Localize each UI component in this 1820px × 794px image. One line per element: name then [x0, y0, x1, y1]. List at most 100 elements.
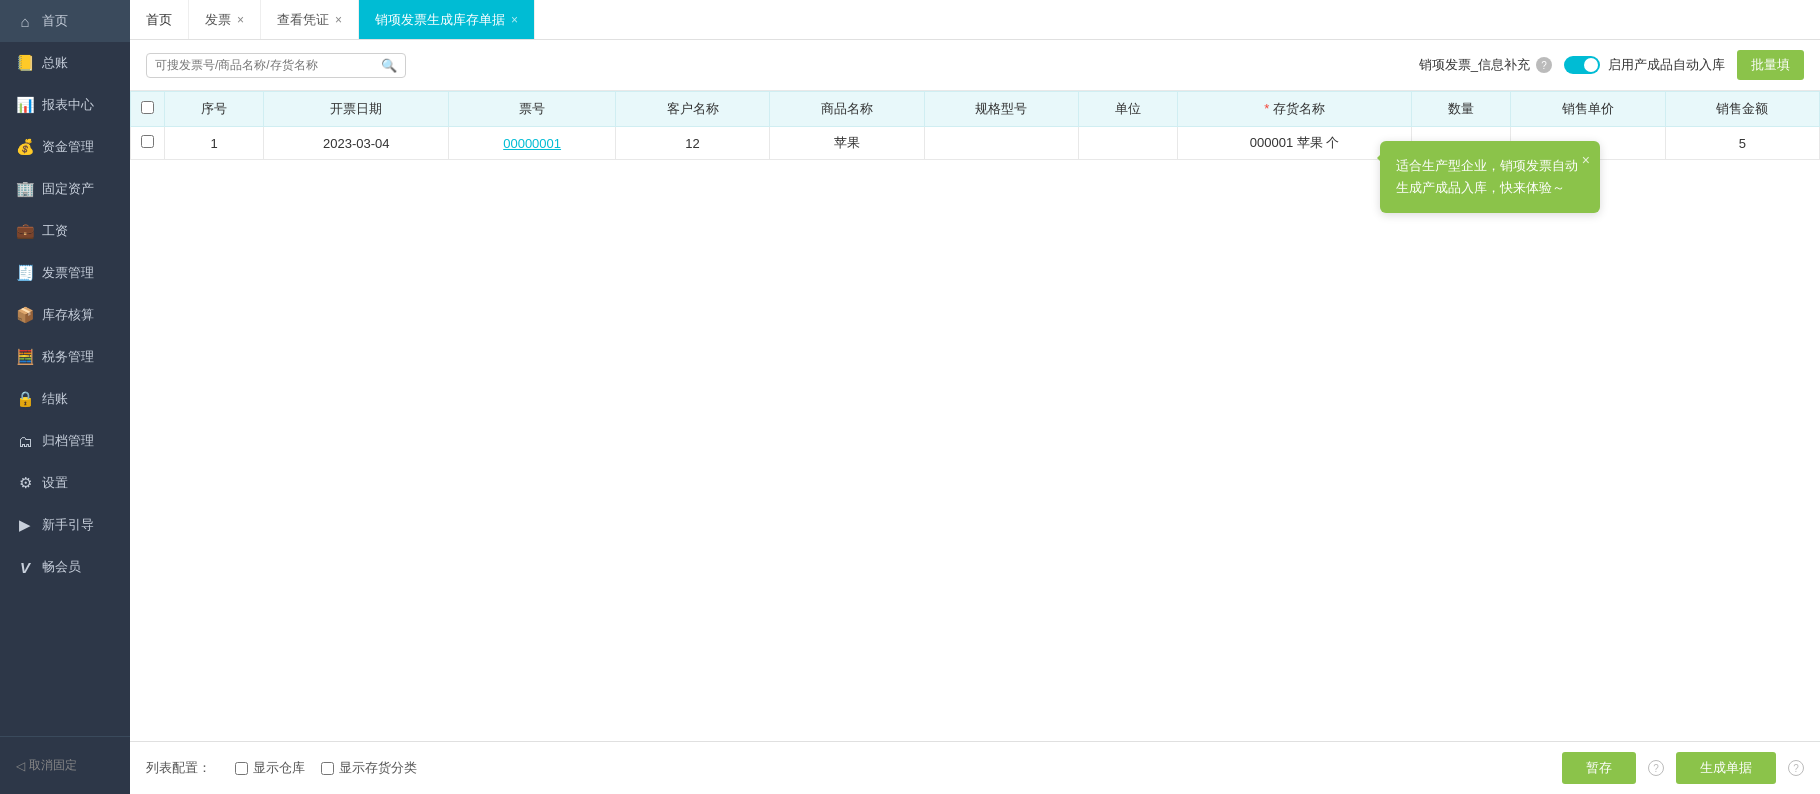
tab-home[interactable]: 首页 — [130, 0, 189, 39]
header-customer: 客户名称 — [615, 92, 769, 127]
search-input[interactable] — [155, 58, 375, 72]
info-label: 销项发票_信息补充 ? — [1419, 56, 1552, 74]
sidebar-item-inventory[interactable]: 📦 库存核算 — [0, 294, 130, 336]
sidebar-item-label: 税务管理 — [42, 348, 94, 366]
row-amount: 5 — [1665, 127, 1819, 160]
tab-view-voucher-label: 查看凭证 — [277, 11, 329, 29]
tab-sales-invoice-stock[interactable]: 销项发票生成库存单据 × — [359, 0, 535, 39]
salary-icon: 💼 — [16, 222, 34, 240]
header-seq: 序号 — [165, 92, 264, 127]
header-unit: 单位 — [1078, 92, 1177, 127]
generate-help-icon[interactable]: ? — [1788, 760, 1804, 776]
header-ticket-no: 票号 — [449, 92, 616, 127]
toggle-label: 启用产成品自动入库 — [1608, 56, 1725, 74]
cancel-pin-button[interactable]: ◁ 取消固定 — [0, 745, 130, 786]
sidebar-item-label: 设置 — [42, 474, 68, 492]
ledger-icon: 📒 — [16, 54, 34, 72]
tab-invoice-close[interactable]: × — [237, 13, 244, 27]
row-checkbox-cell — [131, 127, 165, 160]
reports-icon: 📊 — [16, 96, 34, 114]
tab-view-voucher[interactable]: 查看凭证 × — [261, 0, 359, 39]
sidebar-item-label: 总账 — [42, 54, 68, 72]
sidebar: ⌂ 首页 📒 总账 📊 报表中心 💰 资金管理 🏢 固定资产 💼 工资 🧾 发票… — [0, 0, 130, 794]
cancel-pin-icon: ◁ — [16, 759, 25, 773]
header-checkbox-cell — [131, 92, 165, 127]
generate-button[interactable]: 生成单据 — [1676, 752, 1776, 784]
sidebar-item-ledger[interactable]: 📒 总账 — [0, 42, 130, 84]
btn-actions: 暂存 ? 生成单据 ? — [1562, 752, 1804, 784]
row-goods-name: 苹果 — [770, 127, 924, 160]
sidebar-item-assets[interactable]: 🏢 固定资产 — [0, 168, 130, 210]
tooltip-close-button[interactable]: × — [1582, 149, 1590, 173]
header-qty: 数量 — [1411, 92, 1510, 127]
inventory-icon: 📦 — [16, 306, 34, 324]
settings-icon: ⚙ — [16, 474, 34, 492]
toggle-knob — [1584, 58, 1598, 72]
main-content: 首页 发票 × 查看凭证 × 销项发票生成库存单据 × 🔍 销项发票_信息补充 … — [130, 0, 1820, 794]
row-ticket-no[interactable]: 00000001 — [449, 127, 616, 160]
sidebar-item-label: 固定资产 — [42, 180, 94, 198]
sidebar-item-archive[interactable]: 🗂 归档管理 — [0, 420, 130, 462]
sidebar-item-settings[interactable]: ⚙ 设置 — [0, 462, 130, 504]
home-icon: ⌂ — [16, 13, 34, 30]
show-category-label[interactable]: 显示存货分类 — [321, 759, 417, 777]
sidebar-item-label: 发票管理 — [42, 264, 94, 282]
sidebar-item-invoice-mgmt[interactable]: 🧾 发票管理 — [0, 252, 130, 294]
close-books-icon: 🔒 — [16, 390, 34, 408]
save-help-icon[interactable]: ? — [1648, 760, 1664, 776]
sidebar-item-label: 工资 — [42, 222, 68, 240]
list-config-label: 列表配置： — [146, 759, 211, 777]
info-label-text: 销项发票_信息补充 — [1419, 56, 1530, 74]
page-body: 🔍 销项发票_信息补充 ? 启用产成品自动入库 批量填 — [130, 40, 1820, 794]
sidebar-item-label: 新手引导 — [42, 516, 94, 534]
row-customer: 12 — [615, 127, 769, 160]
show-category-text: 显示存货分类 — [339, 759, 417, 777]
table-wrap: 序号 开票日期 票号 客户名称 商品名称 规格型号 单位 存货名称 数量 销售单… — [130, 91, 1820, 741]
toolbar: 🔍 销项发票_信息补充 ? 启用产成品自动入库 批量填 — [130, 40, 1820, 91]
tab-invoice[interactable]: 发票 × — [189, 0, 261, 39]
sidebar-item-label: 库存核算 — [42, 306, 94, 324]
info-help-icon[interactable]: ? — [1536, 57, 1552, 73]
guide-icon: ▶ — [16, 516, 34, 534]
sidebar-item-label: 报表中心 — [42, 96, 94, 114]
select-all-checkbox[interactable] — [141, 101, 154, 114]
header-spec: 规格型号 — [924, 92, 1078, 127]
sidebar-item-guide[interactable]: ▶ 新手引导 — [0, 504, 130, 546]
tab-invoice-label: 发票 — [205, 11, 231, 29]
capital-icon: 💰 — [16, 138, 34, 156]
batch-fill-button[interactable]: 批量填 — [1737, 50, 1804, 80]
archive-icon: 🗂 — [16, 433, 34, 450]
row-checkbox[interactable] — [141, 135, 154, 148]
row-date: 2023-03-04 — [264, 127, 449, 160]
row-unit — [1078, 127, 1177, 160]
sidebar-item-label: 归档管理 — [42, 432, 94, 450]
invoice-icon: 🧾 — [16, 264, 34, 282]
show-warehouse-text: 显示仓库 — [253, 759, 305, 777]
header-inventory-name: 存货名称 — [1178, 92, 1412, 127]
show-warehouse-checkbox[interactable] — [235, 762, 248, 775]
tab-home-label: 首页 — [146, 11, 172, 29]
cancel-pin-label: 取消固定 — [29, 757, 77, 774]
sidebar-item-tax[interactable]: 🧮 税务管理 — [0, 336, 130, 378]
vip-icon: V — [16, 559, 34, 576]
sidebar-item-label: 结账 — [42, 390, 68, 408]
search-icon: 🔍 — [381, 58, 397, 73]
bottom-bar: 列表配置： 显示仓库 显示存货分类 暂存 ? 生成单据 ? — [130, 741, 1820, 794]
tab-bar: 首页 发票 × 查看凭证 × 销项发票生成库存单据 × — [130, 0, 1820, 40]
sidebar-item-capital[interactable]: 💰 资金管理 — [0, 126, 130, 168]
header-goods-name: 商品名称 — [770, 92, 924, 127]
row-seq: 1 — [165, 127, 264, 160]
tab-view-voucher-close[interactable]: × — [335, 13, 342, 27]
save-button[interactable]: 暂存 — [1562, 752, 1636, 784]
show-category-checkbox[interactable] — [321, 762, 334, 775]
sidebar-item-vip[interactable]: V 畅会员 — [0, 546, 130, 588]
sidebar-item-home[interactable]: ⌂ 首页 — [0, 0, 130, 42]
search-box[interactable]: 🔍 — [146, 53, 406, 78]
sidebar-item-close[interactable]: 🔒 结账 — [0, 378, 130, 420]
sidebar-item-salary[interactable]: 💼 工资 — [0, 210, 130, 252]
auto-stock-toggle[interactable] — [1564, 56, 1600, 74]
sidebar-item-reports[interactable]: 📊 报表中心 — [0, 84, 130, 126]
show-warehouse-label[interactable]: 显示仓库 — [235, 759, 305, 777]
header-unit-price: 销售单价 — [1511, 92, 1665, 127]
tab-sales-invoice-stock-close[interactable]: × — [511, 13, 518, 27]
